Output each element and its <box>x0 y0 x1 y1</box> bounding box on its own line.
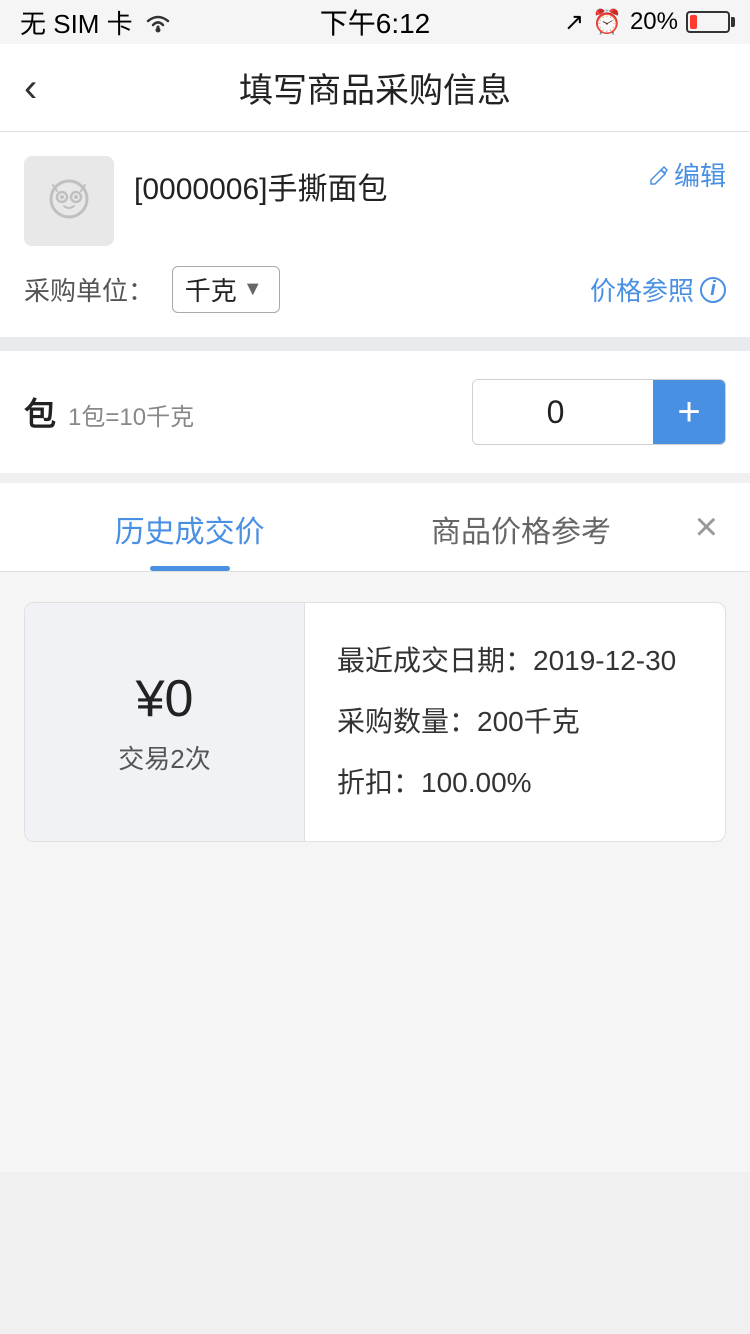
unit-value: 千克 <box>185 271 237 308</box>
product-name: [0000006]手撕面包 <box>134 164 387 208</box>
purchase-qty-value: 200千克 <box>477 706 580 737</box>
quantity-row: 包 1包=10千克 + <box>0 351 750 473</box>
tab-price-ref[interactable]: 商品价格参考 <box>355 483 686 571</box>
carrier-text: 无 SIM 卡 <box>20 4 133 41</box>
unit-row: 采购单位： 千克 ▼ 价格参照 i <box>24 266 726 313</box>
price-amount: ¥0 <box>136 669 194 729</box>
product-card: [0000006]手撕面包 编辑 采购单位： 千克 ▼ 价格参照 i <box>0 132 750 337</box>
dropdown-arrow-icon: ▼ <box>243 278 263 301</box>
battery-fill <box>690 15 697 29</box>
tab-bar: 历史成交价 商品价格参考 × <box>0 483 750 572</box>
battery-icon <box>686 11 730 33</box>
quantity-unit: 包 <box>24 389 56 435</box>
edit-icon <box>648 164 670 186</box>
tab-close-button[interactable]: × <box>687 507 726 547</box>
quantity-conversion: 1包=10千克 <box>68 397 194 432</box>
recent-date-value: 2019-12-30 <box>533 645 676 676</box>
nav-bar: ‹ 填写商品采购信息 <box>0 44 750 132</box>
product-logo-icon <box>39 171 99 231</box>
price-detail: 最近成交日期：2019-12-30 采购数量：200千克 折扣：100.00% <box>305 603 725 841</box>
section-divider <box>0 337 750 351</box>
back-button[interactable]: ‹ <box>24 68 37 108</box>
status-bar: 无 SIM 卡 下午6:12 ↗ ⏰ 20% <box>0 0 750 44</box>
price-transactions: 交易2次 <box>118 739 210 776</box>
unit-label: 采购单位： <box>24 276 154 306</box>
edit-label: 编辑 <box>674 156 726 193</box>
edit-button[interactable]: 编辑 <box>648 156 726 193</box>
price-summary: ¥0 交易2次 <box>25 603 305 841</box>
wifi-icon <box>143 11 173 33</box>
price-value: 0 <box>165 670 194 728</box>
quantity-plus-button[interactable]: + <box>653 380 725 444</box>
price-history-card: ¥0 交易2次 最近成交日期：2019-12-30 采购数量：200千克 折扣：… <box>24 602 726 842</box>
unit-select[interactable]: 千克 ▼ <box>172 266 280 313</box>
purchase-qty-row: 采购数量：200千克 <box>337 700 693 745</box>
status-left: 无 SIM 卡 <box>20 4 173 41</box>
product-header: [0000006]手撕面包 编辑 <box>24 156 726 246</box>
discount-label: 折扣： <box>337 767 421 798</box>
tab-history-label: 历史成交价 <box>115 516 265 549</box>
tab-history-price[interactable]: 历史成交价 <box>24 483 355 571</box>
status-right: ↗ ⏰ 20% <box>564 8 730 37</box>
recent-date-label: 最近成交日期： <box>337 645 533 676</box>
discount-row: 折扣：100.00% <box>337 761 693 806</box>
page-title: 填写商品采购信息 <box>239 63 511 112</box>
recent-date-row: 最近成交日期：2019-12-30 <box>337 639 693 684</box>
location-icon: ↗ <box>564 8 584 37</box>
unit-label-group: 采购单位： 千克 ▼ <box>24 266 280 313</box>
purchase-qty-label: 采购数量： <box>337 706 477 737</box>
battery-percent: 20% <box>630 8 678 36</box>
discount-value: 100.00% <box>421 767 532 798</box>
currency-symbol: ¥ <box>136 670 165 728</box>
price-ref-button[interactable]: 价格参照 i <box>590 271 726 308</box>
quantity-input[interactable] <box>473 380 653 444</box>
quantity-label-group: 包 1包=10千克 <box>24 389 194 435</box>
content-area: ¥0 交易2次 最近成交日期：2019-12-30 采购数量：200千克 折扣：… <box>0 572 750 1172</box>
product-left: [0000006]手撕面包 <box>24 156 387 246</box>
price-ref-label: 价格参照 <box>590 271 694 308</box>
product-image <box>24 156 114 246</box>
quantity-input-group[interactable]: + <box>472 379 726 445</box>
tab-price-ref-label: 商品价格参考 <box>431 516 611 549</box>
alarm-icon: ⏰ <box>592 8 622 37</box>
info-icon: i <box>700 277 726 303</box>
status-time: 下午6:12 <box>320 2 431 42</box>
